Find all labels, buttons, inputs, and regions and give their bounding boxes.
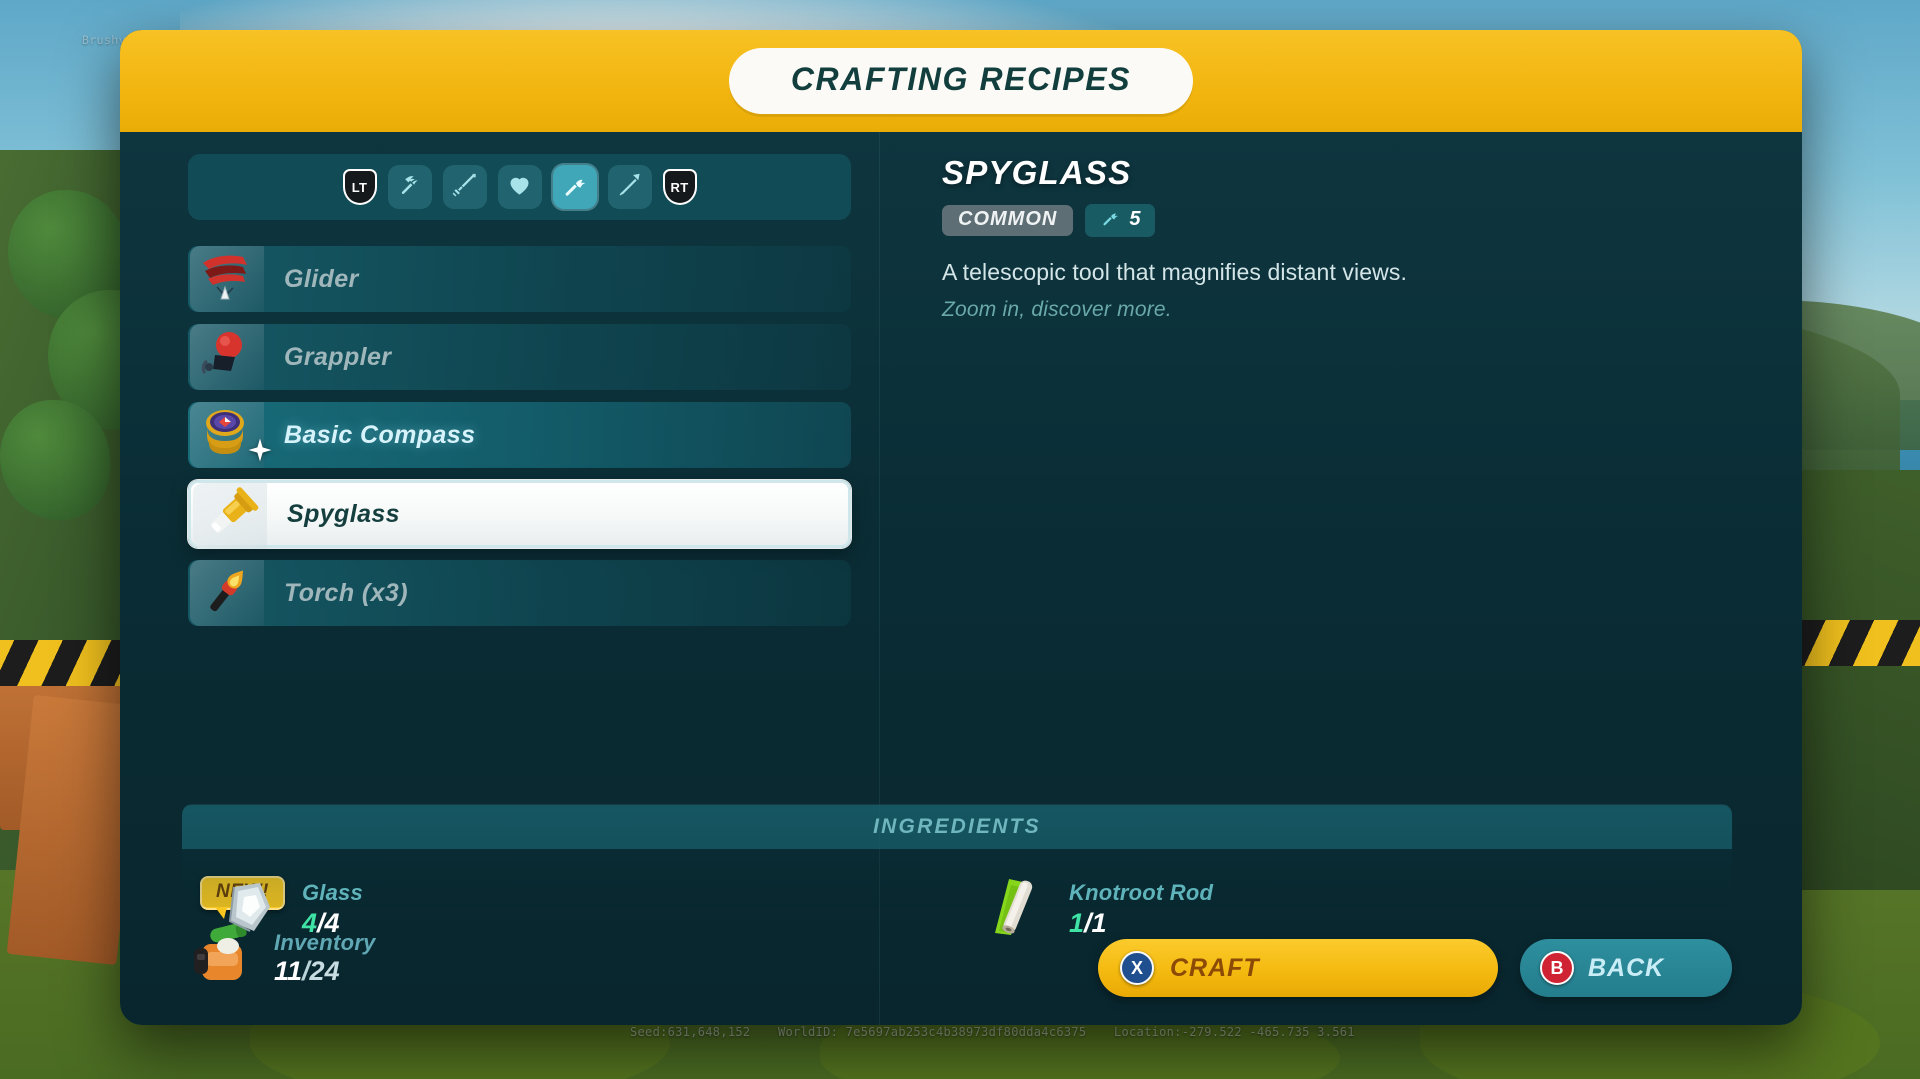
detail-title: SPYGLASS	[942, 154, 1132, 191]
action-buttons: X CRAFT B BACK	[1098, 939, 1732, 997]
pickaxe-icon	[396, 171, 423, 203]
b-button-icon: B	[1540, 951, 1574, 985]
recipe-thumb	[190, 246, 264, 312]
recipe-label: Basic Compass	[284, 420, 476, 449]
sword-icon	[451, 171, 478, 203]
recipe-list: Glider Grappler Basic Compass Spyglass T…	[188, 246, 851, 626]
recipe-label: Torch (x3)	[284, 578, 408, 607]
recipe-row-grappler[interactable]: Grappler	[188, 324, 851, 390]
recipe-label: Glider	[284, 264, 359, 293]
world-debug-bottom: Seed:631,648,152 WorldID: 7e5697ab253c4b…	[630, 1025, 1375, 1039]
grappler-icon	[195, 325, 259, 390]
torch-item-icon	[195, 561, 259, 626]
recipe-label: Spyglass	[287, 499, 400, 528]
recipe-thumb	[190, 324, 264, 390]
title-pill: CRAFTING RECIPES	[728, 48, 1194, 114]
recipe-label: Grappler	[284, 342, 392, 371]
ingredient-need: 4	[324, 908, 340, 938]
glider-icon	[195, 247, 259, 312]
page-title: CRAFTING RECIPES	[790, 61, 1132, 97]
hazard-stripe	[0, 640, 140, 686]
recipe-row-torch[interactable]: Torch (x3)	[188, 560, 851, 626]
tab-utility[interactable]	[552, 165, 597, 209]
location-text: Location:-279.522 -465.735 3.561	[1113, 1025, 1355, 1039]
ingredients-panel: INGREDIENTS Glass 4/4 Knotroot Rod 1/1	[182, 804, 1732, 938]
window-body: LT RT Glider Grappler Basic Compass Spyg…	[120, 132, 1802, 1025]
recipe-row-glider[interactable]: Glider	[188, 246, 851, 312]
window-header: CRAFTING RECIPES	[120, 30, 1802, 132]
tab-consumables[interactable]	[497, 165, 542, 209]
value-number: 5	[1129, 208, 1141, 230]
inventory-separator: /	[302, 956, 310, 986]
ingredient-have: 4	[302, 908, 318, 938]
heart-icon	[506, 171, 533, 203]
ingredient-glass: Glass 4/4	[214, 873, 947, 946]
ingredient-need: 1	[1091, 908, 1107, 938]
tab-ammo[interactable]	[607, 165, 652, 209]
ingredient-sep: /	[1084, 908, 1092, 938]
right-bumper-icon[interactable]: RT	[662, 169, 697, 205]
inventory-current: 11	[274, 956, 303, 986]
tab-weapons[interactable]	[442, 165, 487, 209]
new-star-badge	[248, 438, 272, 462]
ingredient-text: Knotroot Rod 1/1	[1069, 880, 1213, 939]
craft-label: CRAFT	[1170, 953, 1260, 982]
ingredient-name: Knotroot Rod	[1069, 880, 1214, 905]
detail-flavor-text: Zoom in, discover more.	[942, 298, 1172, 321]
ingredient-sep: /	[317, 908, 325, 938]
ingredient-count: 4/4	[302, 908, 363, 939]
back-label: BACK	[1588, 953, 1665, 982]
ingredient-count: 1/1	[1069, 908, 1213, 939]
glass-icon	[214, 873, 286, 946]
ingredient-name: Glass	[302, 880, 363, 905]
category-tabbar: LT RT	[188, 154, 851, 220]
ingredients-grid: Glass 4/4 Knotroot Rod 1/1	[182, 849, 1732, 946]
back-button[interactable]: B BACK	[1520, 939, 1732, 997]
knotroot-rod-icon	[981, 873, 1053, 946]
torch-value-icon	[1100, 207, 1120, 232]
ingredient-have: 1	[1069, 908, 1085, 938]
spyglass-icon	[198, 484, 262, 549]
inventory-max: 24	[309, 956, 340, 986]
tab-tools[interactable]	[387, 165, 432, 209]
ingredient-text: Glass 4/4	[302, 880, 363, 939]
world-id-text: WorldID: 7e5697ab253c4b38973df80dda4c637…	[777, 1025, 1087, 1039]
value-badge: 5	[1085, 204, 1156, 237]
x-button-icon: X	[1120, 951, 1154, 985]
rarity-badge: COMMON	[942, 205, 1074, 236]
detail-badges: COMMON 5	[942, 204, 1732, 237]
detail-description: A telescopic tool that magnifies distant…	[942, 259, 1407, 285]
torch-icon	[561, 171, 588, 203]
inventory-count: 11/24	[274, 956, 376, 987]
craft-button[interactable]: X CRAFT	[1098, 939, 1498, 997]
ingredient-knotroot-rod: Knotroot Rod 1/1	[981, 873, 1714, 946]
recipe-thumb	[190, 560, 264, 626]
seed-text: Seed:631,648,152	[630, 1025, 751, 1039]
ingredients-header: INGREDIENTS	[182, 805, 1732, 849]
recipe-thumb	[193, 483, 267, 549]
recipe-row-basic-compass[interactable]: Basic Compass	[188, 402, 851, 468]
arrow-icon	[616, 171, 643, 203]
crafting-recipes-window: CRAFTING RECIPES LT RT Glider Grappler B…	[120, 30, 1802, 1025]
recipe-row-spyglass[interactable]: Spyglass	[188, 480, 851, 549]
left-bumper-icon[interactable]: LT	[342, 169, 377, 205]
